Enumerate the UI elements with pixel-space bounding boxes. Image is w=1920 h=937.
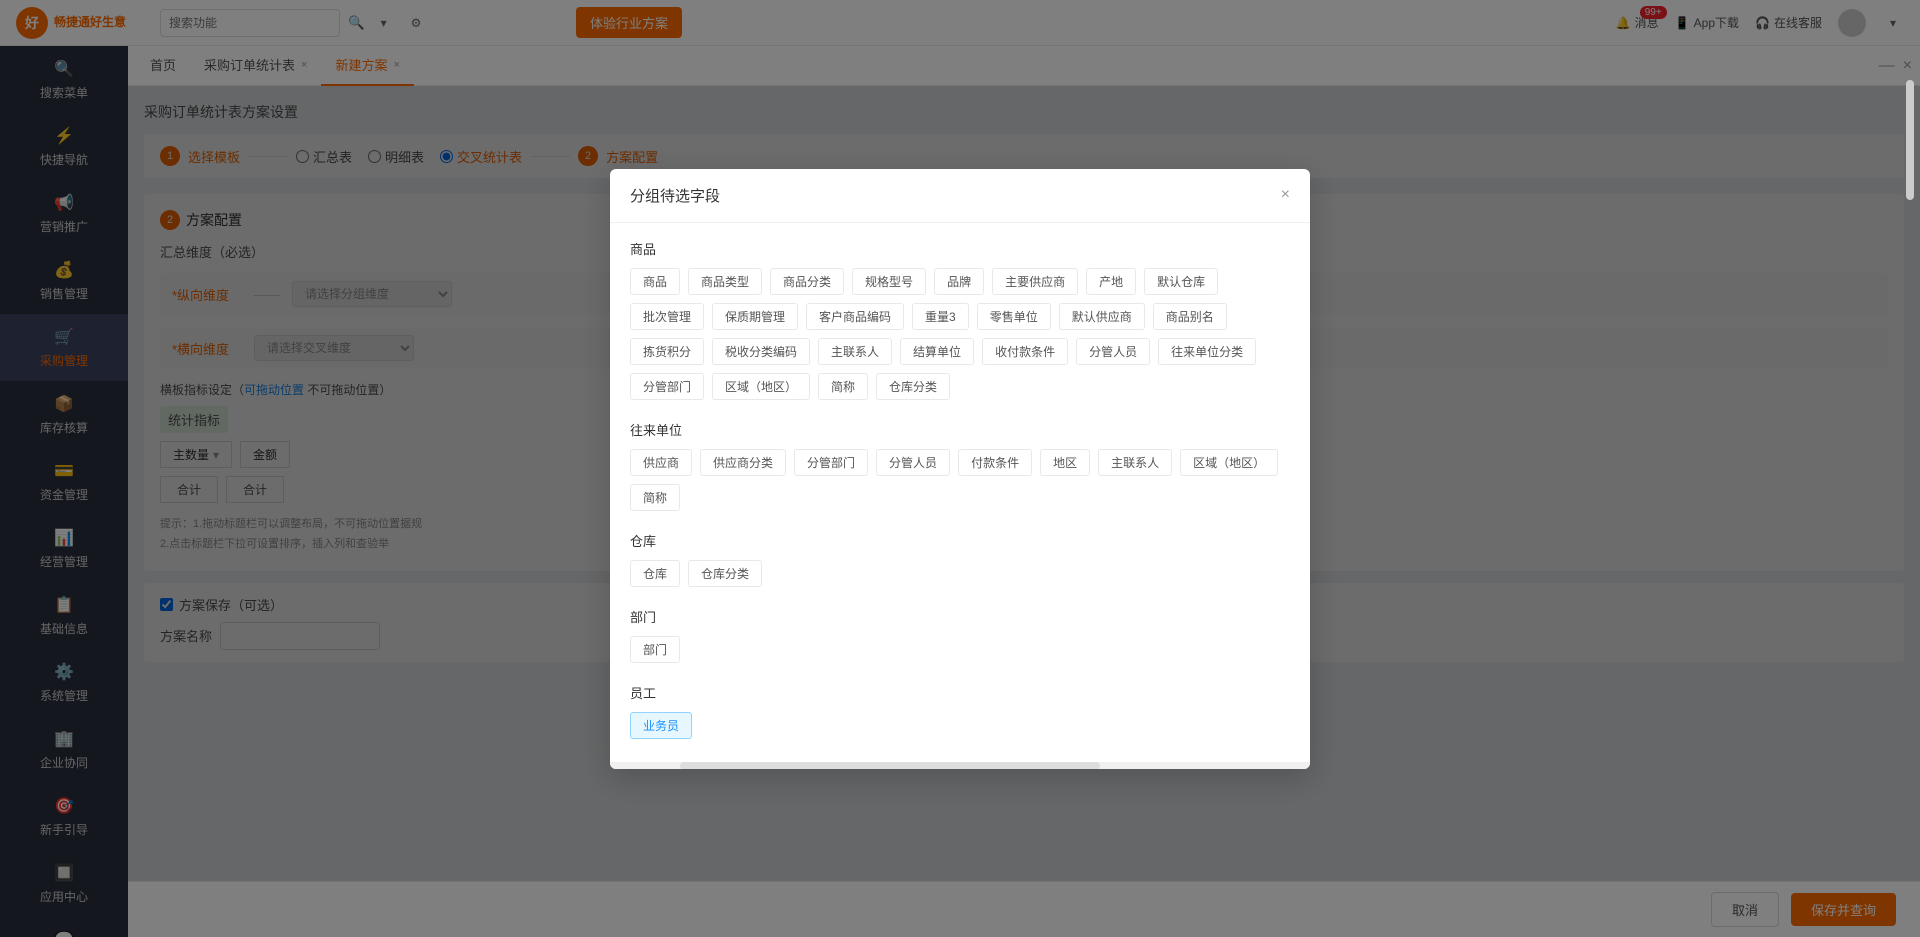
modal-h-scrollbar xyxy=(610,762,1310,768)
field-tags-partner: 供应商 供应商分类 分管部门 分管人员 付款条件 地区 主联系人 区域（地区） … xyxy=(630,449,1290,511)
field-tag-department[interactable]: 部门 xyxy=(630,636,680,663)
field-tag-salesperson[interactable]: 业务员 xyxy=(630,712,692,739)
field-tag-partner-category[interactable]: 往来单位分类 xyxy=(1158,338,1256,365)
field-section-warehouse: 仓库 仓库 仓库分类 xyxy=(630,531,1290,587)
modal: 分组待选字段 × 商品 商品 商品类型 商品分类 规格型号 品牌 主要供应商 产… xyxy=(610,169,1310,769)
field-tag-region-2[interactable]: 区域（地区） xyxy=(1180,449,1278,476)
section-title-partner: 往来单位 xyxy=(630,420,1290,439)
modal-h-scrollbar-thumb xyxy=(680,762,1100,768)
field-tag-default-supplier[interactable]: 默认供应商 xyxy=(1059,303,1145,330)
field-tag-supplier[interactable]: 供应商 xyxy=(630,449,692,476)
field-tag-expiry-mgmt[interactable]: 保质期管理 xyxy=(712,303,798,330)
modal-title: 分组待选字段 xyxy=(630,185,720,206)
field-tag-mgmt-dept[interactable]: 分管部门 xyxy=(794,449,868,476)
field-section-partner: 往来单位 供应商 供应商分类 分管部门 分管人员 付款条件 地区 主联系人 区域… xyxy=(630,420,1290,511)
field-tag-goods-alias[interactable]: 商品别名 xyxy=(1153,303,1227,330)
field-tag-origin[interactable]: 产地 xyxy=(1086,268,1136,295)
modal-header: 分组待选字段 × xyxy=(610,169,1310,223)
field-section-department: 部门 部门 xyxy=(630,607,1290,663)
field-tag-goods-category[interactable]: 商品分类 xyxy=(770,268,844,295)
field-tags-department: 部门 xyxy=(630,636,1290,663)
field-section-goods: 商品 商品 商品类型 商品分类 规格型号 品牌 主要供应商 产地 默认仓库 批次… xyxy=(630,239,1290,400)
field-tag-manager[interactable]: 分管人员 xyxy=(1076,338,1150,365)
field-tag-supplier-category[interactable]: 供应商分类 xyxy=(700,449,786,476)
field-tag-main-contact-2[interactable]: 主联系人 xyxy=(1098,449,1172,476)
field-tag-pay-terms[interactable]: 付款条件 xyxy=(958,449,1032,476)
field-tag-region-area[interactable]: 区域（地区） xyxy=(712,373,810,400)
field-tag-spec-model[interactable]: 规格型号 xyxy=(852,268,926,295)
section-title-employee: 员工 xyxy=(630,683,1290,702)
field-tag-weight[interactable]: 重量3 xyxy=(912,303,969,330)
field-tag-payment-terms[interactable]: 收付款条件 xyxy=(982,338,1068,365)
field-tag-warehouse-cat[interactable]: 仓库分类 xyxy=(688,560,762,587)
field-tag-customer-code[interactable]: 客户商品编码 xyxy=(806,303,904,330)
field-tag-brand[interactable]: 品牌 xyxy=(934,268,984,295)
field-section-employee: 员工 业务员 xyxy=(630,683,1290,739)
field-tag-mgmt-person[interactable]: 分管人员 xyxy=(876,449,950,476)
field-tag-goods-type[interactable]: 商品类型 xyxy=(688,268,762,295)
section-title-warehouse: 仓库 xyxy=(630,531,1290,550)
field-tag-main-contact[interactable]: 主联系人 xyxy=(818,338,892,365)
field-tags-employee: 业务员 xyxy=(630,712,1290,739)
field-tag-goods[interactable]: 商品 xyxy=(630,268,680,295)
field-tag-batch-mgmt[interactable]: 批次管理 xyxy=(630,303,704,330)
field-tag-dept[interactable]: 分管部门 xyxy=(630,373,704,400)
field-tag-default-warehouse[interactable]: 默认仓库 xyxy=(1144,268,1218,295)
field-tag-tax-code[interactable]: 税收分类编码 xyxy=(712,338,810,365)
field-tags-goods: 商品 商品类型 商品分类 规格型号 品牌 主要供应商 产地 默认仓库 批次管理 … xyxy=(630,268,1290,400)
field-tag-warehouse[interactable]: 仓库 xyxy=(630,560,680,587)
modal-overlay: 分组待选字段 × 商品 商品 商品类型 商品分类 规格型号 品牌 主要供应商 产… xyxy=(0,0,1920,937)
modal-body: 商品 商品 商品类型 商品分类 规格型号 品牌 主要供应商 产地 默认仓库 批次… xyxy=(610,223,1310,763)
field-tag-short-name[interactable]: 简称 xyxy=(818,373,868,400)
field-tag-retail-unit[interactable]: 零售单位 xyxy=(977,303,1051,330)
field-tag-settlement-unit[interactable]: 结算单位 xyxy=(900,338,974,365)
field-tag-pick-points[interactable]: 拣货积分 xyxy=(630,338,704,365)
field-tag-main-supplier[interactable]: 主要供应商 xyxy=(992,268,1078,295)
section-title-goods: 商品 xyxy=(630,239,1290,258)
modal-close-button[interactable]: × xyxy=(1281,186,1290,204)
field-tag-warehouse-category[interactable]: 仓库分类 xyxy=(876,373,950,400)
field-tags-warehouse: 仓库 仓库分类 xyxy=(630,560,1290,587)
field-tag-area[interactable]: 地区 xyxy=(1040,449,1090,476)
field-tag-abbr[interactable]: 简称 xyxy=(630,484,680,511)
section-title-department: 部门 xyxy=(630,607,1290,626)
